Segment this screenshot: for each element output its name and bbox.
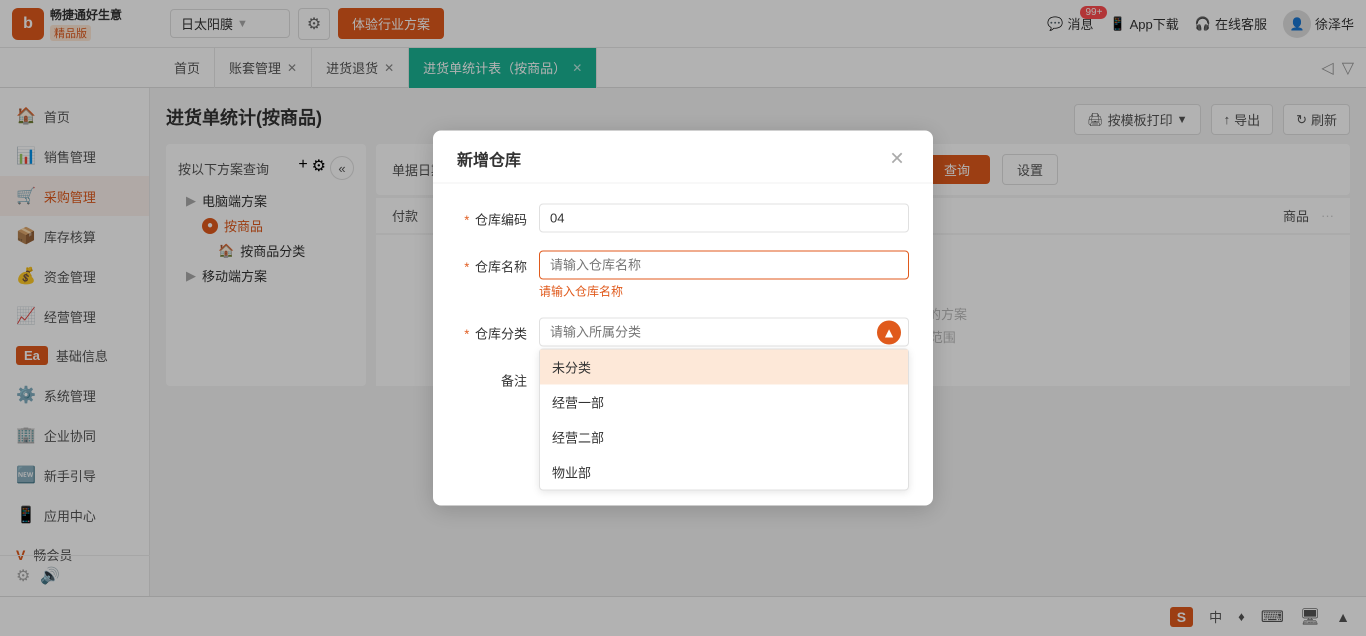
form-row-name: * 仓库名称 请输入仓库名称 — [457, 251, 909, 300]
name-input[interactable] — [539, 251, 909, 280]
name-error-message: 请输入仓库名称 — [539, 283, 909, 300]
modal-close-button[interactable]: ✕ — [885, 147, 909, 171]
form-row-code: * 仓库编码 — [457, 204, 909, 233]
code-label: * 仓库编码 — [457, 204, 527, 229]
category-input[interactable] — [539, 318, 909, 347]
modal-body: * 仓库编码 * 仓库名称 请输入仓库名称 * 仓库分类 — [433, 184, 933, 430]
category-dropdown: 未分类 经营一部 经营二部 物业部 — [539, 349, 909, 491]
dropdown-item-dept1[interactable]: 经营一部 — [540, 385, 908, 420]
add-warehouse-modal: 新增仓库 ✕ * 仓库编码 * 仓库名称 请输入仓库名称 — [433, 131, 933, 506]
category-field: ▲ 未分类 经营一部 经营二部 物业部 — [539, 318, 909, 347]
name-label: * 仓库名称 — [457, 251, 527, 276]
form-row-category: * 仓库分类 ▲ 未分类 经营一部 经营二部 物业部 — [457, 318, 909, 347]
name-field: 请输入仓库名称 — [539, 251, 909, 300]
code-field — [539, 204, 909, 233]
remark-label: 备注 — [457, 365, 527, 390]
modal-header: 新增仓库 ✕ — [433, 131, 933, 184]
code-input[interactable] — [539, 204, 909, 233]
dropdown-item-dept3[interactable]: 物业部 — [540, 455, 908, 490]
chevron-up-icon: ▲ — [882, 324, 896, 340]
category-label: * 仓库分类 — [457, 318, 527, 343]
modal-title: 新增仓库 — [457, 147, 521, 171]
dropdown-item-uncategorized[interactable]: 未分类 — [540, 350, 908, 385]
category-toggle-button[interactable]: ▲ — [877, 320, 901, 344]
dropdown-item-dept2[interactable]: 经营二部 — [540, 420, 908, 455]
